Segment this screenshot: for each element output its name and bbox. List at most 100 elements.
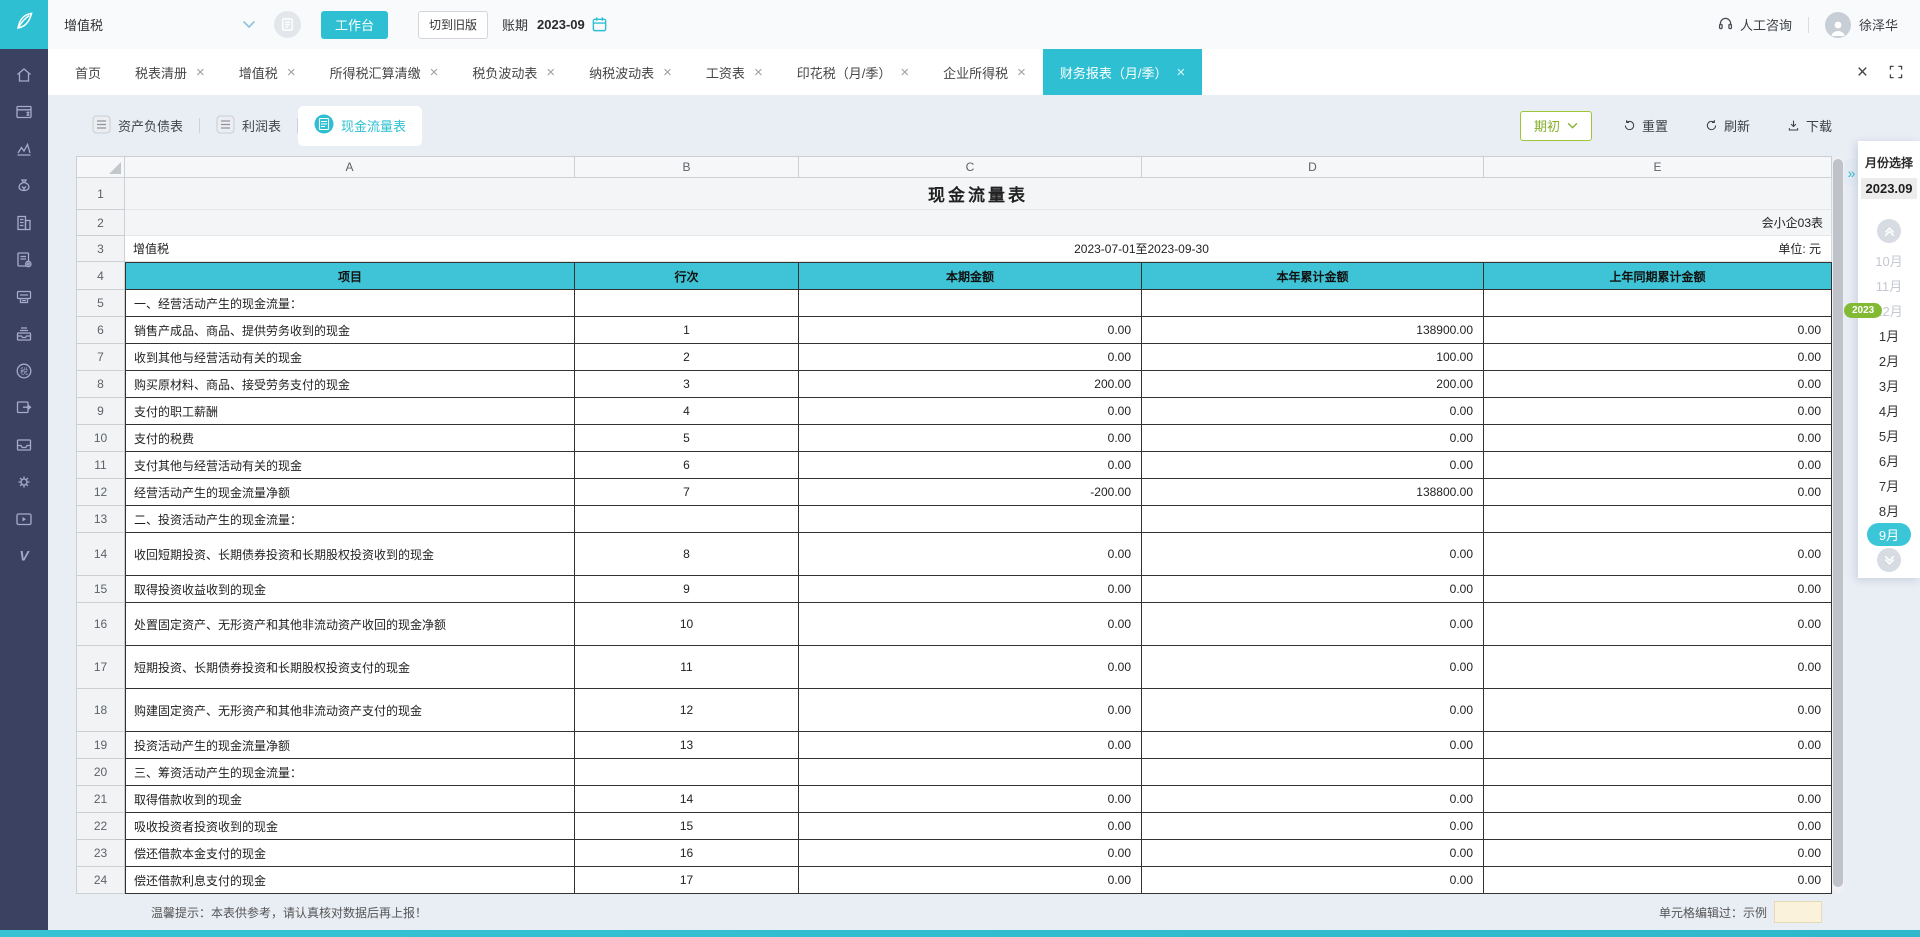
row-header-3[interactable]: 3	[76, 236, 125, 262]
row-header-10[interactable]: 10	[76, 425, 125, 452]
period-select-button[interactable]: 期初	[1519, 110, 1592, 141]
line-number-cell[interactable]: 5	[575, 425, 799, 452]
row-header-20[interactable]: 20	[76, 759, 125, 786]
line-number-cell[interactable]	[575, 290, 799, 317]
current-amount-cell[interactable]: 0.00	[799, 732, 1142, 759]
column-header-A[interactable]: A	[125, 156, 575, 178]
prior-amount-cell[interactable]: 0.00	[1484, 344, 1832, 371]
close-tab-icon[interactable]: ×	[900, 65, 909, 80]
prior-amount-cell[interactable]: 0.00	[1484, 398, 1832, 425]
sidebar-item-billing[interactable]	[0, 96, 48, 133]
calendar-icon[interactable]	[591, 16, 608, 33]
month-8月[interactable]: 8月	[1858, 498, 1920, 523]
row-header-11[interactable]: 11	[76, 452, 125, 479]
line-number-cell[interactable]: 2	[575, 344, 799, 371]
report-title-cell[interactable]: 现金流量表	[125, 178, 1832, 210]
prior-amount-cell[interactable]: 0.00	[1484, 646, 1832, 689]
item-cell[interactable]: 吸收投资者投资收到的现金	[125, 813, 575, 840]
row-header-23[interactable]: 23	[76, 840, 125, 867]
row-header-4[interactable]: 4	[76, 262, 125, 290]
form-code-cell[interactable]: 会小企03表	[125, 210, 1832, 236]
line-number-cell[interactable]: 8	[575, 533, 799, 576]
line-number-cell[interactable]: 6	[575, 452, 799, 479]
item-cell[interactable]: 处置固定资产、无形资产和其他非流动资产收回的现金净额	[125, 603, 575, 646]
row-header-6[interactable]: 6	[76, 317, 125, 344]
line-number-cell[interactable]: 9	[575, 576, 799, 603]
current-amount-cell[interactable]: 200.00	[799, 371, 1142, 398]
line-number-cell[interactable]: 16	[575, 840, 799, 867]
ytd-amount-cell[interactable]: 0.00	[1142, 732, 1484, 759]
line-number-cell[interactable]: 17	[575, 867, 799, 894]
close-all-tabs-icon[interactable]: ×	[1857, 63, 1868, 82]
prior-amount-cell[interactable]: 0.00	[1484, 317, 1832, 344]
ytd-amount-cell[interactable]: 0.00	[1142, 813, 1484, 840]
close-tab-icon[interactable]: ×	[430, 65, 439, 80]
current-amount-cell[interactable]	[799, 290, 1142, 317]
current-amount-cell[interactable]: 0.00	[799, 646, 1142, 689]
ytd-amount-cell[interactable]	[1142, 506, 1484, 533]
tab-财务报表（月/季）[interactable]: 财务报表（月/季） ×	[1042, 49, 1203, 95]
sidebar-item-inbox[interactable]	[0, 429, 48, 466]
row-header-22[interactable]: 22	[76, 813, 125, 840]
row-header-16[interactable]: 16	[76, 603, 125, 646]
prior-amount-cell[interactable]: 0.00	[1484, 732, 1832, 759]
prior-amount-cell[interactable]: 0.00	[1484, 603, 1832, 646]
row-header-13[interactable]: 13	[76, 506, 125, 533]
item-cell[interactable]: 购买原材料、商品、接受劳务支付的现金	[125, 371, 575, 398]
row-header-9[interactable]: 9	[76, 398, 125, 425]
sidebar-item-transfer[interactable]	[0, 392, 48, 429]
ytd-amount-cell[interactable]: 0.00	[1142, 786, 1484, 813]
current-amount-cell[interactable]: 0.00	[799, 786, 1142, 813]
item-cell[interactable]: 三、筹资活动产生的现金流量：	[125, 759, 575, 786]
line-number-cell[interactable]: 4	[575, 398, 799, 425]
tab-工资表[interactable]: 工资表 ×	[689, 49, 780, 95]
item-cell[interactable]: 一、经营活动产生的现金流量：	[125, 290, 575, 317]
sidebar-item-home[interactable]	[0, 59, 48, 96]
company-select[interactable]: 增值税	[64, 15, 256, 34]
line-number-cell[interactable]: 14	[575, 786, 799, 813]
prior-amount-cell[interactable]: 0.00	[1484, 425, 1832, 452]
row-header-12[interactable]: 12	[76, 479, 125, 506]
row-header-14[interactable]: 14	[76, 533, 125, 576]
current-amount-cell[interactable]: 0.00	[799, 603, 1142, 646]
close-tab-icon[interactable]: ×	[1017, 65, 1026, 80]
month-3月[interactable]: 3月	[1858, 373, 1920, 398]
ytd-amount-cell[interactable]: 0.00	[1142, 398, 1484, 425]
ytd-amount-cell[interactable]: 0.00	[1142, 425, 1484, 452]
current-amount-cell[interactable]: 0.00	[799, 576, 1142, 603]
tab-税负波动表[interactable]: 税负波动表 ×	[455, 49, 572, 95]
ytd-amount-cell[interactable]	[1142, 290, 1484, 317]
current-amount-cell[interactable]: 0.00	[799, 813, 1142, 840]
ytd-amount-cell[interactable]: 0.00	[1142, 452, 1484, 479]
ytd-amount-cell[interactable]: 100.00	[1142, 344, 1484, 371]
month-10月[interactable]: 10月	[1858, 248, 1920, 273]
vertical-scrollbar[interactable]	[1832, 156, 1844, 894]
row-header-24[interactable]: 24	[76, 867, 125, 894]
tab-企业所得税[interactable]: 企业所得税 ×	[926, 49, 1043, 95]
current-amount-cell[interactable]: 0.00	[799, 689, 1142, 732]
current-amount-cell[interactable]: 0.00	[799, 344, 1142, 371]
current-amount-cell[interactable]: 0.00	[799, 452, 1142, 479]
month-1月[interactable]: 1月	[1858, 323, 1920, 348]
tab-税表清册[interactable]: 税表清册 ×	[118, 49, 222, 95]
month-4月[interactable]: 4月	[1858, 398, 1920, 423]
month-2月[interactable]: 2月	[1858, 348, 1920, 373]
sidebar-item-settings[interactable]	[0, 466, 48, 503]
item-cell[interactable]: 偿还借款利息支付的现金	[125, 867, 575, 894]
prior-amount-cell[interactable]: 0.00	[1484, 867, 1832, 894]
row-header-19[interactable]: 19	[76, 732, 125, 759]
app-logo[interactable]	[0, 0, 48, 49]
sidebar-item-report-settings[interactable]	[0, 244, 48, 281]
ytd-amount-cell[interactable]: 138800.00	[1142, 479, 1484, 506]
current-amount-cell[interactable]	[799, 759, 1142, 786]
item-cell[interactable]: 偿还借款本金支付的现金	[125, 840, 575, 867]
item-cell[interactable]: 经营活动产生的现金流量净额	[125, 479, 575, 506]
reset-button[interactable]: 重置	[1616, 115, 1674, 136]
ytd-amount-cell[interactable]: 0.00	[1142, 576, 1484, 603]
memo-icon[interactable]	[274, 11, 301, 38]
refresh-button[interactable]: 刷新	[1698, 115, 1756, 136]
item-cell[interactable]: 收到其他与经营活动有关的现金	[125, 344, 575, 371]
item-cell[interactable]: 支付的职工薪酬	[125, 398, 575, 425]
prior-amount-cell[interactable]: 0.00	[1484, 533, 1832, 576]
current-amount-cell[interactable]: -200.00	[799, 479, 1142, 506]
